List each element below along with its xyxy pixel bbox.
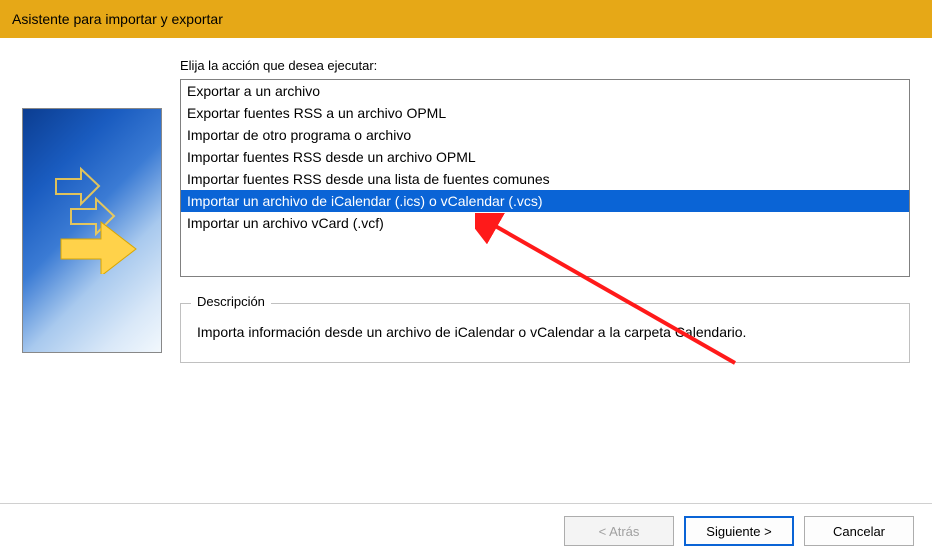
description-legend: Descripción (191, 294, 271, 309)
action-list-item[interactable]: Exportar a un archivo (181, 80, 909, 102)
action-list-item[interactable]: Importar fuentes RSS desde un archivo OP… (181, 146, 909, 168)
action-prompt-label: Elija la acción que desea ejecutar: (180, 58, 910, 73)
description-text: Importa información desde un archivo de … (197, 324, 893, 340)
action-list-item[interactable]: Importar un archivo de iCalendar (.ics) … (181, 190, 909, 212)
action-list-item[interactable]: Importar un archivo vCard (.vcf) (181, 212, 909, 234)
action-list-item[interactable]: Exportar fuentes RSS a un archivo OPML (181, 102, 909, 124)
wizard-button-bar: < Atrás Siguiente > Cancelar (0, 503, 932, 558)
back-button[interactable]: < Atrás (564, 516, 674, 546)
window-titlebar: Asistente para importar y exportar (0, 0, 932, 38)
action-list-item[interactable]: Importar fuentes RSS desde una lista de … (181, 168, 909, 190)
wizard-main-area: Elija la acción que desea ejecutar: Expo… (180, 58, 910, 488)
action-list-item[interactable]: Importar de otro programa o archivo (181, 124, 909, 146)
window-title: Asistente para importar y exportar (12, 11, 223, 27)
next-button[interactable]: Siguiente > (684, 516, 794, 546)
action-listbox[interactable]: Exportar a un archivoExportar fuentes RS… (180, 79, 910, 277)
wizard-content: Elija la acción que desea ejecutar: Expo… (0, 38, 932, 498)
description-group: Descripción Importa información desde un… (180, 303, 910, 363)
cancel-button[interactable]: Cancelar (804, 516, 914, 546)
wizard-side-image (22, 108, 162, 353)
arrow-graphic-icon (51, 164, 151, 274)
